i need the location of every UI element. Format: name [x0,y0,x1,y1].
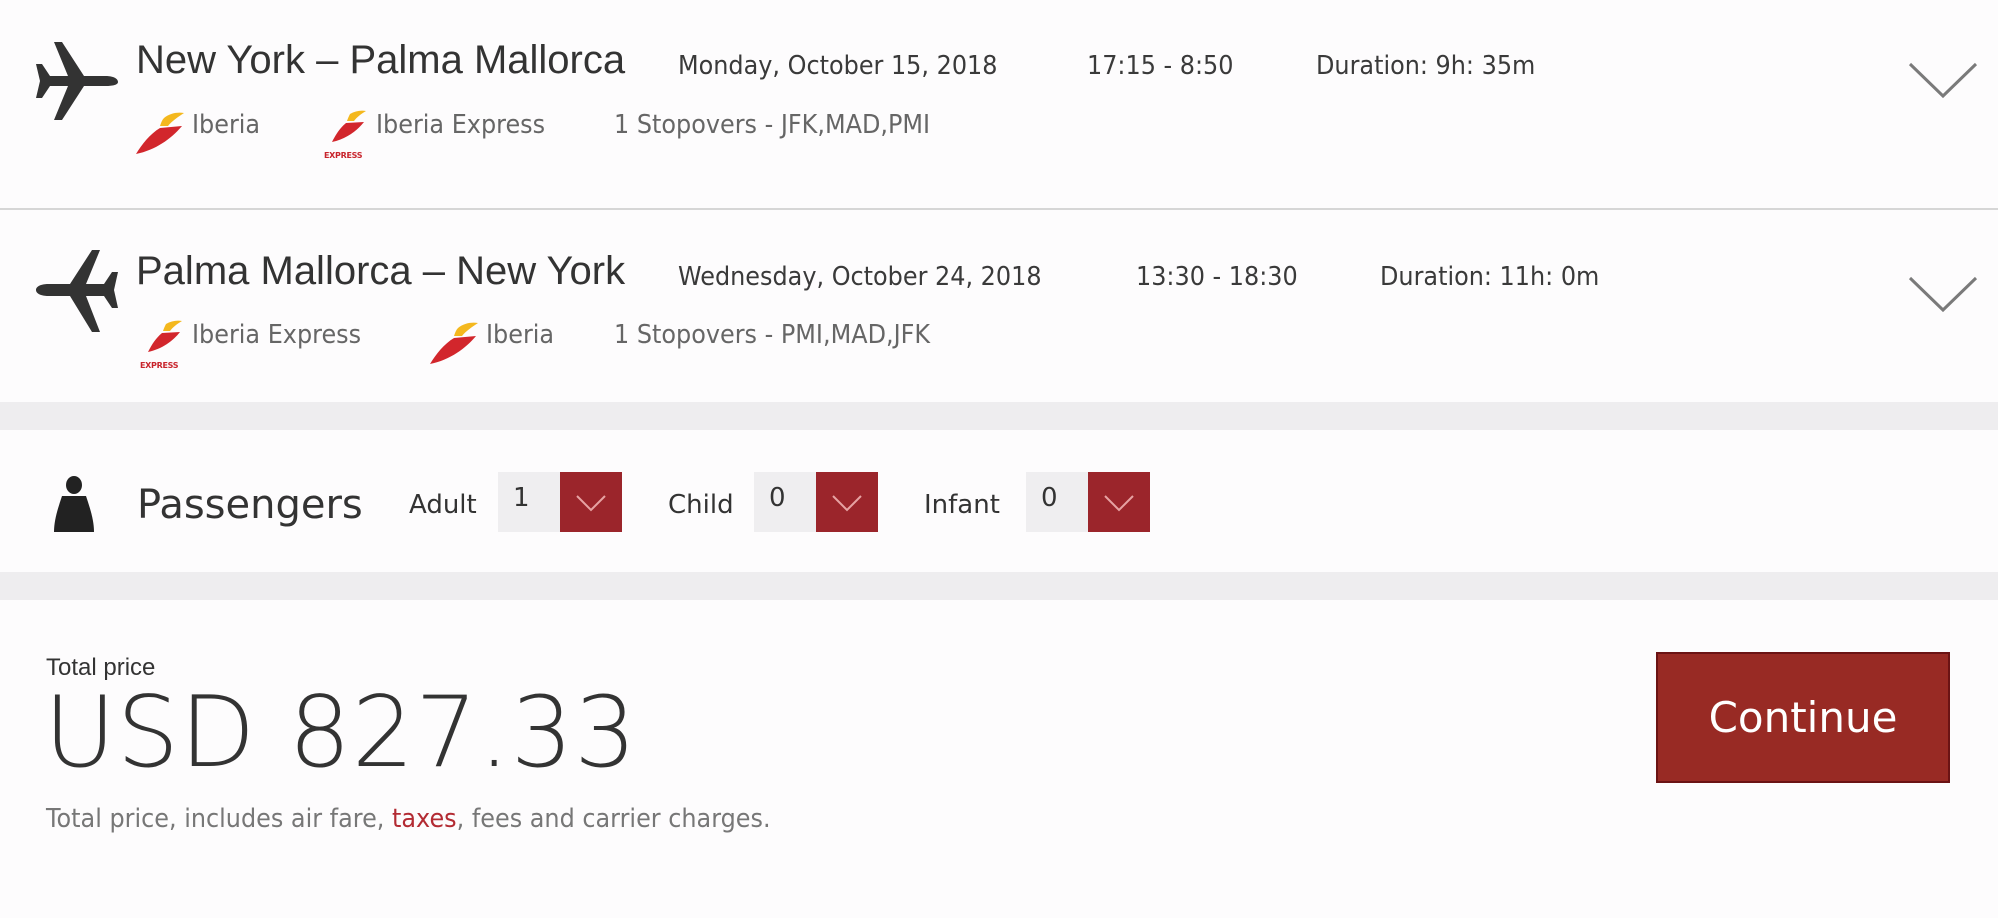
airline-name: Iberia [486,320,555,350]
iberia-logo-icon [134,108,188,160]
flight-date: Wednesday, October 24, 2018 [678,262,1042,292]
airplane-icon [32,246,122,336]
section-divider [0,402,1998,430]
child-count-value[interactable]: 0 [754,472,816,532]
airplane-icon [32,36,122,126]
return-flight-card[interactable]: Palma Mallorca – New York Wednesday, Oct… [0,210,1998,402]
flight-route: New York – Palma Mallorca [136,38,626,82]
adult-label: Adult [409,490,477,520]
iberia-logo-icon [428,318,482,370]
stopovers: 1 Stopovers - PMI,MAD,JFK [614,320,931,350]
iberia-express-logo-icon: EXPRESS [318,108,372,160]
taxes-link[interactable]: taxes [392,804,457,834]
passengers-title: Passengers [137,482,363,528]
person-icon [52,476,96,532]
flight-times: 13:30 - 18:30 [1136,262,1298,292]
adult-count-value[interactable]: 1 [498,472,560,532]
total-price-amount: USD 827.33 [44,676,638,790]
flight-date: Monday, October 15, 2018 [678,51,998,81]
iberia-express-logo-icon: EXPRESS [134,318,188,370]
infant-count-select[interactable]: 0 [1026,472,1150,532]
adult-count-select[interactable]: 1 [498,472,622,532]
flight-times: 17:15 - 8:50 [1087,51,1234,81]
airline-item: Iberia [428,318,560,368]
note-prefix: Total price, includes air fare, [46,804,392,834]
airline-item: Iberia [134,108,266,158]
infant-dropdown-button[interactable] [1088,472,1150,532]
chevron-down-icon [816,472,878,532]
continue-button[interactable]: Continue [1656,652,1950,783]
chevron-down-icon[interactable] [1908,60,1978,100]
airline-name: Iberia Express [376,110,546,140]
flight-duration: Duration: 11h: 0m [1380,262,1600,292]
express-tag: EXPRESS [140,361,179,370]
outbound-flight-card[interactable]: New York – Palma Mallorca Monday, Octobe… [0,0,1998,210]
flight-duration: Duration: 9h: 35m [1316,51,1536,81]
note-suffix: , fees and carrier charges. [456,804,771,834]
stopovers: 1 Stopovers - JFK,MAD,PMI [614,110,931,140]
section-divider [0,572,1998,600]
airline-name: Iberia [192,110,261,140]
child-dropdown-button[interactable] [816,472,878,532]
child-count-select[interactable]: 0 [754,472,878,532]
chevron-down-icon [1088,472,1150,532]
airline-item: EXPRESS Iberia Express [318,108,560,160]
flight-route: Palma Mallorca – New York [136,249,626,293]
infant-label: Infant [924,490,1000,520]
total-price-note: Total price, includes air fare, taxes, f… [46,804,771,834]
adult-dropdown-button[interactable] [560,472,622,532]
infant-count-value[interactable]: 0 [1026,472,1088,532]
chevron-down-icon [560,472,622,532]
express-tag: EXPRESS [324,151,363,160]
airline-item: EXPRESS Iberia Express [134,318,376,370]
airline-name: Iberia Express [192,320,362,350]
child-label: Child [668,490,734,520]
chevron-down-icon[interactable] [1908,274,1978,314]
